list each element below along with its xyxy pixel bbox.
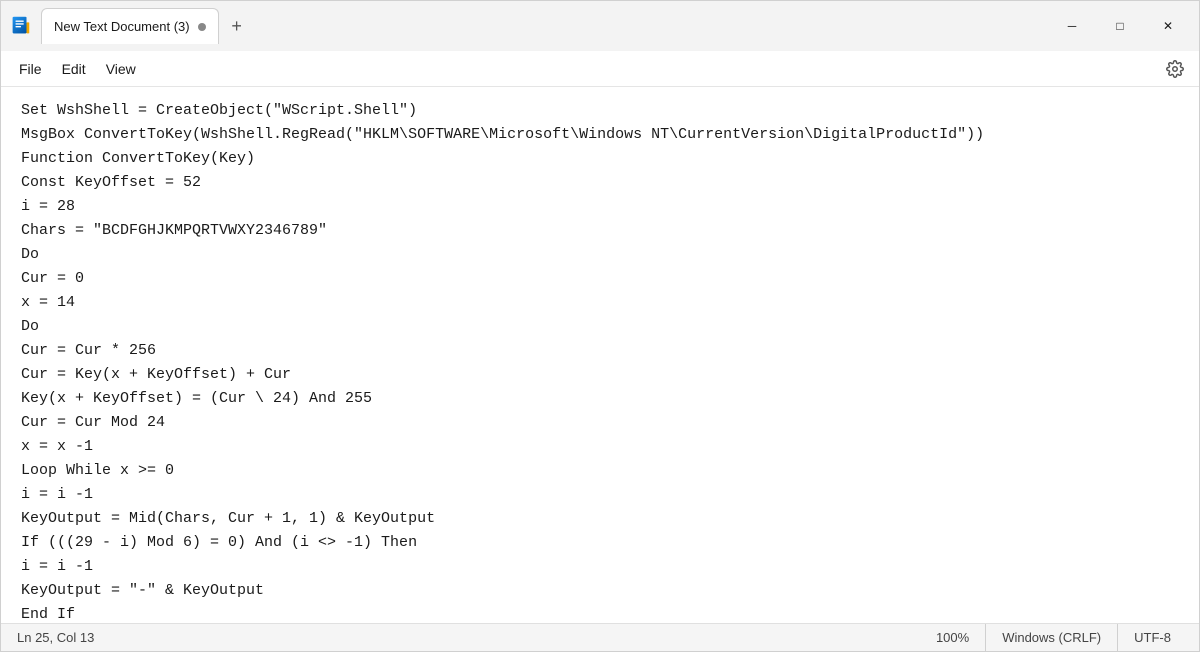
title-bar: New Text Document (3) + ─ □ ✕ (1, 1, 1199, 51)
menu-bar-right (1159, 53, 1191, 85)
app-icon (9, 14, 33, 38)
zoom-level[interactable]: 100% (920, 624, 986, 651)
maximize-button[interactable]: □ (1097, 10, 1143, 42)
cursor-position: Ln 25, Col 13 (13, 624, 920, 651)
minimize-button[interactable]: ─ (1049, 10, 1095, 42)
status-bar: Ln 25, Col 13 100% Windows (CRLF) UTF-8 (1, 623, 1199, 651)
title-bar-left: New Text Document (3) + (9, 8, 1041, 44)
settings-button[interactable] (1159, 53, 1191, 85)
line-ending[interactable]: Windows (CRLF) (986, 624, 1118, 651)
active-tab[interactable]: New Text Document (3) (41, 8, 219, 44)
tab-group: New Text Document (3) + (41, 8, 251, 44)
menu-view[interactable]: View (96, 57, 146, 81)
menu-edit[interactable]: Edit (52, 57, 96, 81)
tab-unsaved-dot (198, 23, 206, 31)
window-controls: ─ □ ✕ (1049, 10, 1191, 42)
settings-icon (1166, 60, 1184, 78)
app-window: New Text Document (3) + ─ □ ✕ File Edit … (0, 0, 1200, 652)
editor-area[interactable]: Set WshShell = CreateObject("WScript.She… (1, 87, 1199, 623)
close-button[interactable]: ✕ (1145, 10, 1191, 42)
menu-bar: File Edit View (1, 51, 1199, 87)
add-tab-button[interactable]: + (223, 12, 251, 40)
code-editor[interactable]: Set WshShell = CreateObject("WScript.She… (21, 99, 1179, 623)
menu-file[interactable]: File (9, 57, 52, 81)
encoding[interactable]: UTF-8 (1118, 624, 1187, 651)
tab-title: New Text Document (3) (54, 19, 190, 34)
